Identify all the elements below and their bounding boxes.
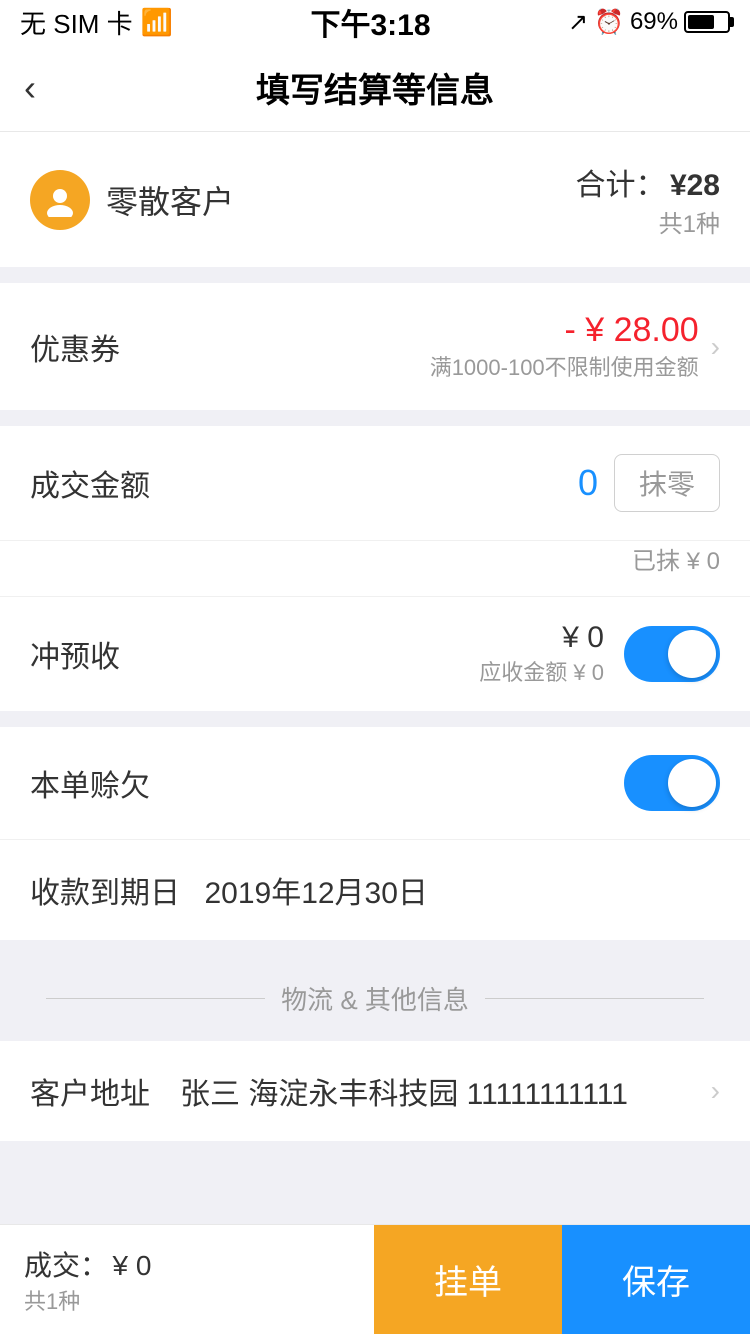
hold-button[interactable]: 挂单 [374, 1225, 562, 1334]
credit-toggle[interactable] [624, 755, 720, 811]
bottom-count: 共1种 [24, 1284, 350, 1316]
coupon-label: 优惠券 [30, 325, 120, 369]
battery-fill [688, 15, 714, 29]
status-right: ↗ ⏰ 69% [568, 8, 730, 37]
credit-toggle-knob [668, 759, 716, 807]
coupon-row[interactable]: 优惠券 - ¥ 28.00 满1000-100不限制使用金额 › [0, 283, 750, 410]
transaction-label: 成交金额 [30, 461, 150, 505]
customer-row: 零散客户 合计： ¥28 共1种 [0, 132, 750, 267]
due-date-section: 收款到期日 2019年12月30日 [0, 839, 750, 940]
avatar [30, 170, 90, 230]
total-amount: ¥28 [670, 169, 720, 202]
coupon-right-col: - ¥ 28.00 满1000-100不限制使用金额 [430, 311, 699, 382]
bottom-deal-label: 成交： [24, 1250, 108, 1281]
transaction-row: 成交金额 0 抹零 [0, 426, 750, 541]
toggle-knob [668, 630, 716, 678]
address-chevron-icon: › [711, 1075, 720, 1107]
bottom-left: 成交： ¥ 0 共1种 [0, 1225, 374, 1334]
prepay-toggle[interactable] [624, 626, 720, 682]
nav-bar: ‹ 填写结算等信息 [0, 44, 750, 132]
prepay-amounts: ¥ 0 应收金额 ¥ 0 [479, 621, 604, 687]
prepay-row: 冲预收 ¥ 0 应收金额 ¥ 0 [0, 596, 750, 711]
transaction-section: 成交金额 0 抹零 已抹 ¥ 0 冲预收 ¥ 0 应收金额 ¥ 0 [0, 426, 750, 711]
gps-icon: ↗ [568, 8, 588, 37]
status-time: 下午3:18 [310, 0, 430, 44]
chevron-right-icon: › [711, 331, 720, 363]
customer-right: 合计： ¥28 共1种 [575, 160, 720, 239]
bottom-deal-amount: ¥ 0 [112, 1250, 151, 1281]
prepay-label: 冲预收 [30, 632, 120, 676]
address-value: 张三 海淀永丰科技园 11111111111 [180, 1069, 711, 1113]
customer-left: 零散客户 [30, 170, 234, 230]
due-date-label: 收款到期日 [30, 877, 180, 910]
transaction-right: 0 抹零 [558, 454, 720, 512]
wifi-icon: 📶 [141, 7, 173, 38]
alarm-icon: ⏰ [594, 8, 624, 37]
logistics-label: 物流 & 其他信息 [281, 980, 469, 1017]
transaction-amount[interactable]: 0 [558, 462, 598, 504]
credit-section: 本单赊欠 收款到期日 2019年12月30日 [0, 727, 750, 940]
total-line: 合计： ¥28 [575, 160, 720, 204]
coupon-amount: - ¥ 28.00 [430, 311, 699, 350]
address-section: 客户地址 张三 海淀永丰科技园 11111111111 › [0, 1041, 750, 1141]
status-left: 无 SIM 卡 📶 [20, 4, 173, 41]
address-label: 客户地址 [30, 1069, 150, 1113]
prepay-sub-amount: 应收金额 ¥ 0 [479, 655, 604, 687]
bottom-deal-row: 成交： ¥ 0 [24, 1244, 350, 1284]
bottom-bar: 成交： ¥ 0 共1种 挂单 保存 [0, 1224, 750, 1334]
coupon-desc: 满1000-100不限制使用金额 [430, 350, 699, 382]
coupon-section: 优惠券 - ¥ 28.00 满1000-100不限制使用金额 › [0, 283, 750, 410]
credit-label: 本单赊欠 [30, 761, 150, 805]
logistics-header: 物流 & 其他信息 [0, 956, 750, 1041]
total-count: 共1种 [575, 204, 720, 239]
address-row[interactable]: 客户地址 张三 海淀永丰科技园 11111111111 › [0, 1041, 750, 1141]
battery-icon [684, 11, 730, 33]
page-title: 填写结算等信息 [256, 63, 494, 112]
back-button[interactable]: ‹ [24, 67, 36, 109]
save-button[interactable]: 保存 [562, 1225, 750, 1334]
status-bar: 无 SIM 卡 📶 下午3:18 ↗ ⏰ 69% [0, 0, 750, 44]
erase-button[interactable]: 抹零 [614, 454, 720, 512]
already-erased: 已抹 ¥ 0 [0, 541, 750, 596]
prepay-right: ¥ 0 应收金额 ¥ 0 [479, 621, 720, 687]
due-date-value: 2019年12月30日 [204, 877, 427, 910]
total-label: 合计： [575, 169, 665, 202]
credit-row: 本单赊欠 [0, 727, 750, 839]
customer-section: 零散客户 合计： ¥28 共1种 [0, 132, 750, 267]
customer-name: 零散客户 [106, 177, 234, 223]
no-sim-text: 无 SIM 卡 [20, 4, 133, 41]
coupon-right: - ¥ 28.00 满1000-100不限制使用金额 › [430, 311, 720, 382]
prepay-amount: ¥ 0 [479, 621, 604, 655]
main-content: 零散客户 合计： ¥28 共1种 优惠券 - ¥ 28.00 满1000-100… [0, 132, 750, 1277]
battery-percent: 69% [630, 8, 678, 36]
